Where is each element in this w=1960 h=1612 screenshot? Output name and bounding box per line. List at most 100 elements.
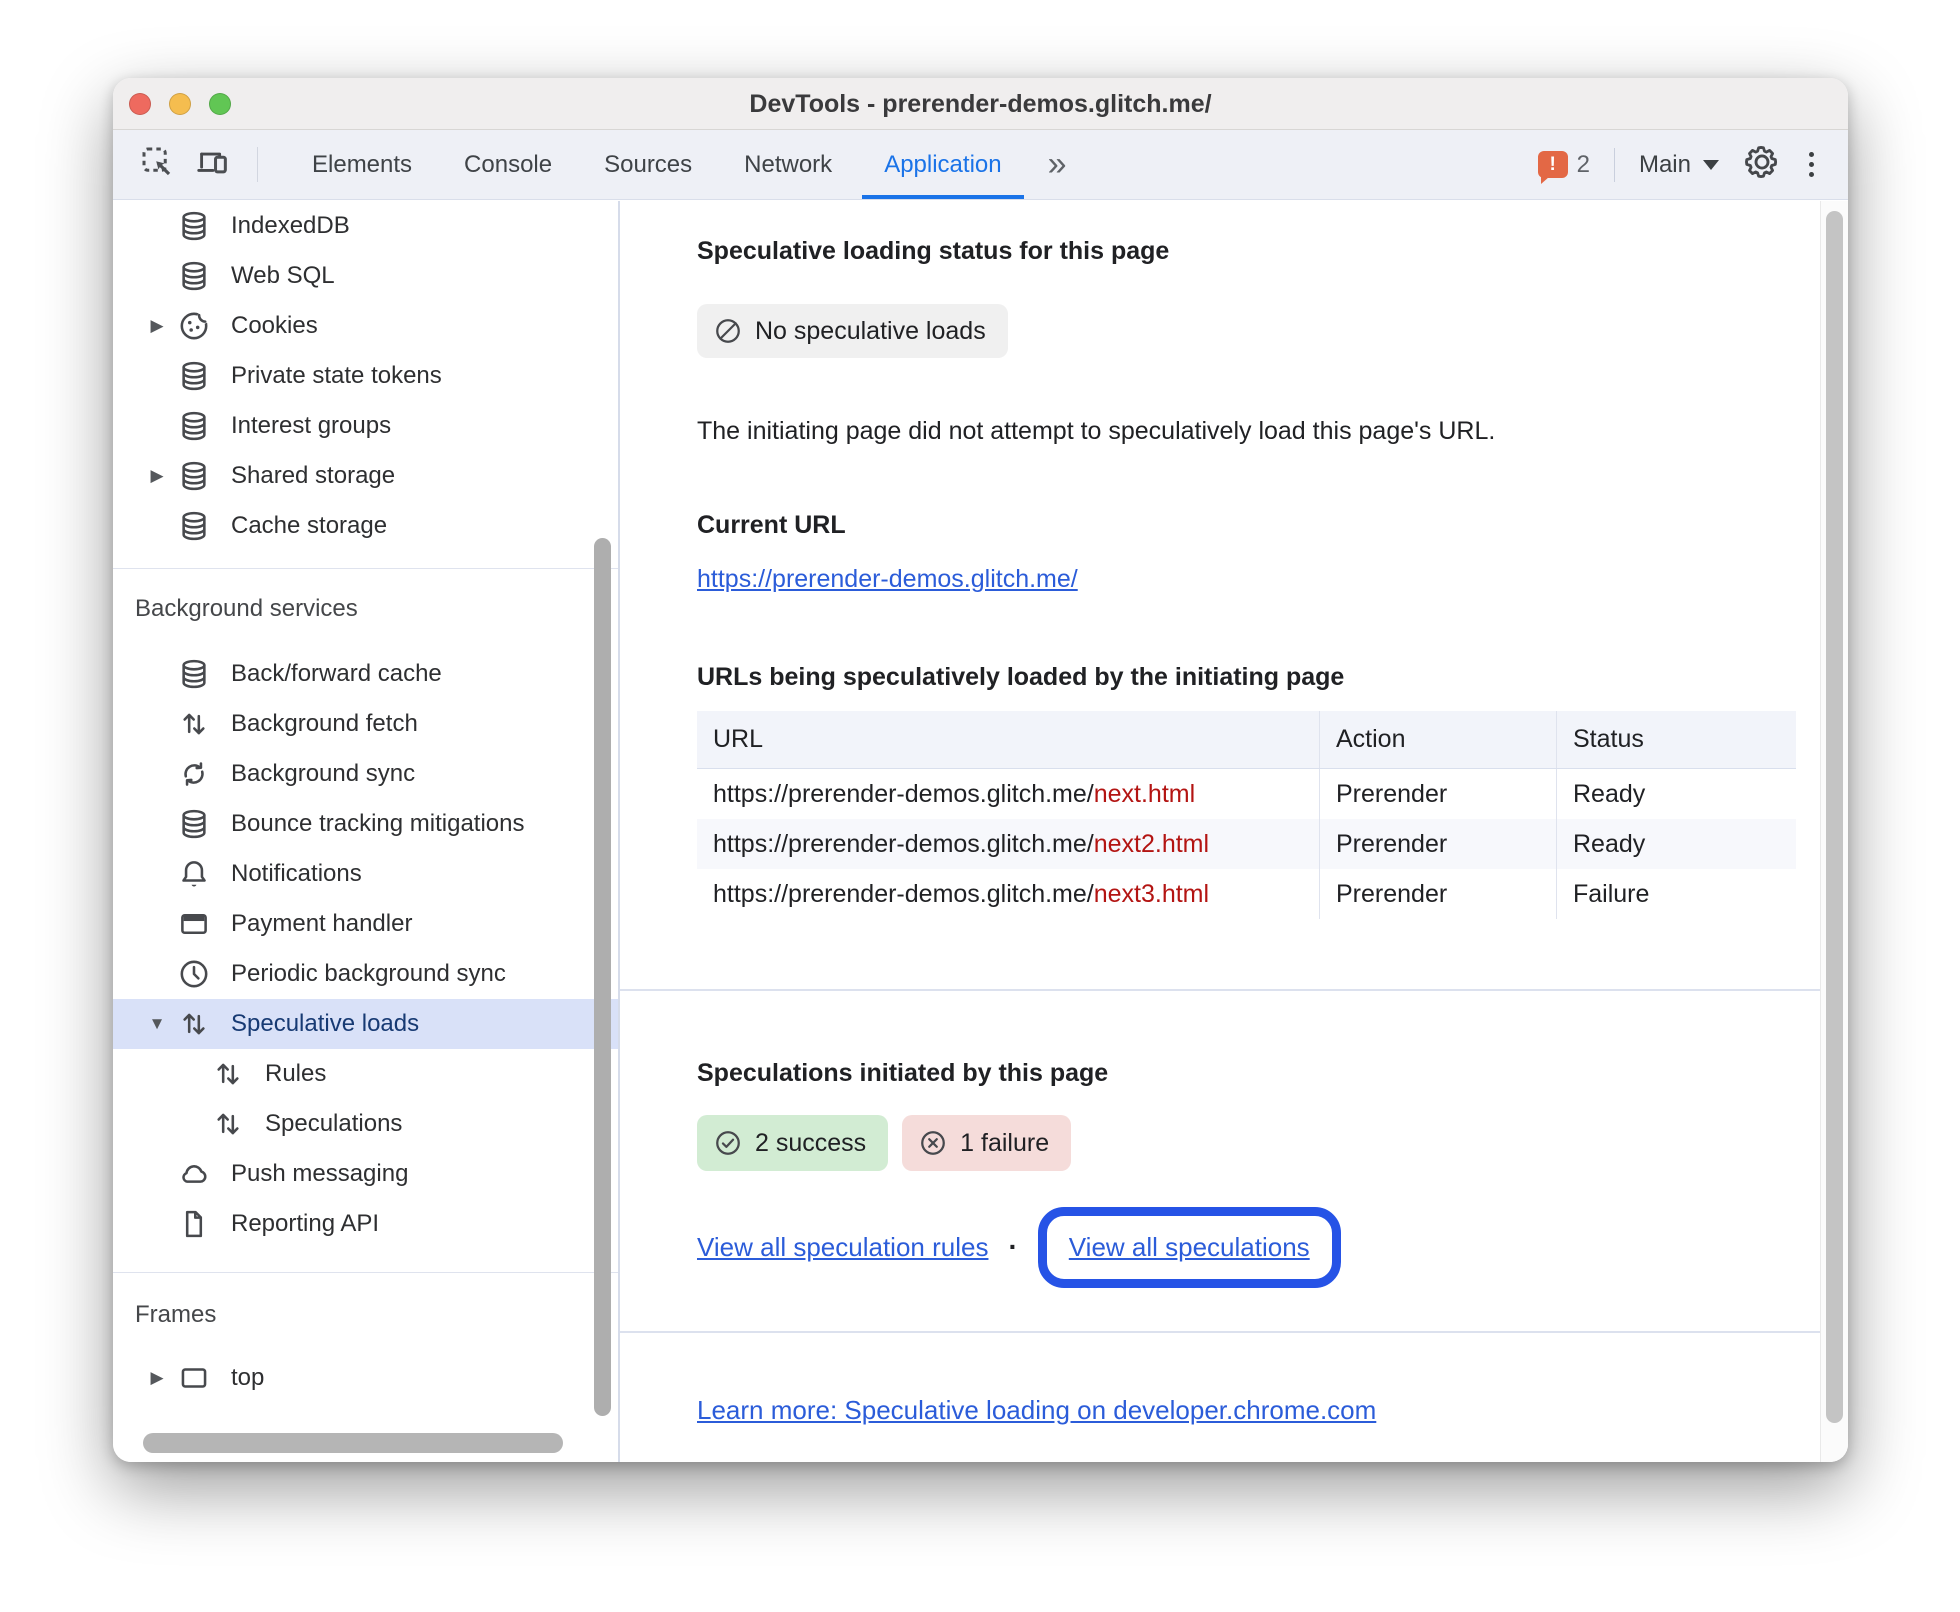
database-icon — [177, 807, 211, 841]
chevron-right-icon: ▶ — [150, 1368, 164, 1387]
status-value: Ready — [1556, 819, 1796, 869]
table-header-row: URL Action Status — [697, 711, 1796, 769]
table-row: https://prerender-demos.glitch.me/next2.… — [697, 819, 1796, 869]
url-file-name: next3.html — [1093, 879, 1210, 908]
sidebar-item-top-frame[interactable]: ▶ top — [113, 1353, 618, 1403]
devtools-body: IndexedDB Web SQL ▶ Cookies Private stat… — [113, 201, 1848, 1462]
database-icon — [177, 259, 211, 293]
tab-elements[interactable]: Elements — [286, 130, 438, 199]
current-url-row: https://prerender-demos.glitch.me/ — [697, 565, 1078, 594]
view-all-speculation-rules-link[interactable]: View all speculation rules — [697, 1232, 988, 1263]
clock-icon — [177, 957, 211, 991]
chevron-down-icon: ▼ — [148, 1014, 166, 1033]
sidebar-item-back-forward-cache[interactable]: Back/forward cache — [113, 649, 618, 699]
chevron-down-icon — [1703, 159, 1719, 170]
status-value: Ready — [1556, 769, 1796, 819]
tab-console[interactable]: Console — [438, 130, 578, 199]
tab-network[interactable]: Network — [718, 130, 858, 199]
sidebar-item-interest-groups[interactable]: Interest groups — [113, 401, 618, 451]
toolbar-divider — [257, 147, 258, 182]
current-url-heading: Current URL — [697, 511, 846, 539]
sidebar-item-cache-storage[interactable]: Cache storage — [113, 501, 618, 551]
chevron-right-icon: ▶ — [150, 466, 164, 485]
settings-button[interactable] — [1743, 143, 1781, 186]
gear-icon — [1743, 146, 1781, 185]
tab-application[interactable]: Application — [858, 130, 1027, 199]
window-title: DevTools - prerender-demos.glitch.me/ — [749, 90, 1212, 118]
more-tabs-button[interactable]: » — [1028, 130, 1085, 199]
error-badge-icon: ! — [1537, 151, 1568, 184]
view-all-speculations-link[interactable]: View all speculations — [1069, 1232, 1310, 1263]
sidebar-item-bounce-tracking[interactable]: Bounce tracking mitigations — [113, 799, 618, 849]
sidebar-item-reporting-api[interactable]: Reporting API — [113, 1199, 618, 1249]
document-icon — [177, 1207, 211, 1241]
toggle-device-toolbar-button[interactable] — [188, 140, 238, 190]
current-url-link[interactable]: https://prerender-demos.glitch.me/ — [697, 565, 1078, 593]
sidebar-item-speculations[interactable]: Speculations — [113, 1099, 618, 1149]
check-circle-icon — [713, 1128, 743, 1158]
panel-tabs: Elements Console Sources Network Applica… — [286, 130, 1085, 199]
link-separator: · — [1008, 1231, 1018, 1262]
content-scrollbar-track[interactable] — [1820, 201, 1848, 1462]
frame-icon — [177, 1361, 211, 1395]
content-scrollbar-thumb[interactable] — [1826, 211, 1843, 1423]
database-icon — [177, 459, 211, 493]
up-down-arrows-icon — [211, 1107, 245, 1141]
sync-arrows-icon — [177, 757, 211, 791]
failure-chip: 1 failure — [902, 1115, 1072, 1171]
highlight-annotation-box: View all speculations — [1037, 1206, 1341, 1288]
x-circle-icon — [918, 1128, 948, 1158]
table-row: https://prerender-demos.glitch.me/next3.… — [697, 869, 1796, 919]
database-icon — [177, 409, 211, 443]
sidebar-section-divider — [113, 1272, 618, 1273]
sidebar-item-background-fetch[interactable]: Background fetch — [113, 699, 618, 749]
execution-context-selector[interactable]: Main — [1639, 151, 1719, 179]
sidebar-vertical-scrollbar[interactable] — [594, 538, 611, 1416]
sidebar-section-divider — [113, 568, 618, 569]
no-speculative-loads-chip: No speculative loads — [697, 304, 1008, 358]
sidebar-item-indexeddb[interactable]: IndexedDB — [113, 201, 618, 251]
up-down-arrows-icon — [177, 707, 211, 741]
background-services-header: Background services — [135, 595, 358, 622]
console-errors-button[interactable]: ! 2 — [1537, 151, 1590, 184]
customize-devtools-button[interactable] — [1805, 148, 1818, 181]
learn-more-link[interactable]: Learn more: Speculative loading on devel… — [697, 1395, 1376, 1425]
sidebar-item-rules[interactable]: Rules — [113, 1049, 618, 1099]
speculations-heading: Speculations initiated by this page — [697, 1059, 1109, 1087]
sidebar-item-payment-handler[interactable]: Payment handler — [113, 899, 618, 949]
device-toolbar-icon — [194, 143, 232, 186]
success-chip: 2 success — [697, 1115, 889, 1171]
url-file-name: next.html — [1093, 779, 1196, 808]
sidebar-item-speculative-loads[interactable]: ▼ Speculative loads — [113, 999, 618, 1049]
speculative-urls-table: URL Action Status https://prerender-demo… — [697, 711, 1796, 919]
speculative-loads-panel: Speculative loading status for this page… — [618, 201, 1848, 1462]
devtools-toolbar: Elements Console Sources Network Applica… — [113, 130, 1848, 200]
section-divider — [620, 989, 1821, 991]
status-note: The initiating page did not attempt to s… — [697, 417, 1496, 445]
table-heading: URLs being speculatively loaded by the i… — [697, 663, 1345, 691]
tab-sources[interactable]: Sources — [578, 130, 718, 199]
inspect-element-button[interactable] — [132, 140, 182, 190]
sidebar-item-push-messaging[interactable]: Push messaging — [113, 1149, 618, 1199]
sidebar-item-shared-storage[interactable]: ▶ Shared storage — [113, 451, 618, 501]
bell-icon — [177, 857, 211, 891]
context-label: Main — [1638, 150, 1691, 178]
sidebar-horizontal-scrollbar[interactable] — [143, 1433, 563, 1453]
toolbar-divider — [1613, 147, 1615, 182]
database-icon — [177, 657, 211, 691]
sidebar-item-notifications[interactable]: Notifications — [113, 849, 618, 899]
sidebar-item-background-sync[interactable]: Background sync — [113, 749, 618, 799]
status-chip-row: No speculative loads — [697, 304, 1008, 358]
url-file-name: next2.html — [1093, 829, 1210, 858]
sidebar-item-periodic-background-sync[interactable]: Periodic background sync — [113, 949, 618, 999]
sidebar-item-private-state-tokens[interactable]: Private state tokens — [113, 351, 618, 401]
status-value: Failure — [1556, 869, 1796, 919]
cloud-icon — [177, 1157, 211, 1191]
sidebar-item-websql[interactable]: Web SQL — [113, 251, 618, 301]
learn-more-row: Learn more: Speculative loading on devel… — [697, 1395, 1376, 1426]
speculation-result-chips: 2 success 1 failure — [697, 1115, 1072, 1171]
section-divider — [620, 1331, 1821, 1333]
column-header-url: URL — [713, 725, 764, 753]
sidebar-item-cookies[interactable]: ▶ Cookies — [113, 301, 618, 351]
column-header-action: Action — [1319, 711, 1556, 768]
